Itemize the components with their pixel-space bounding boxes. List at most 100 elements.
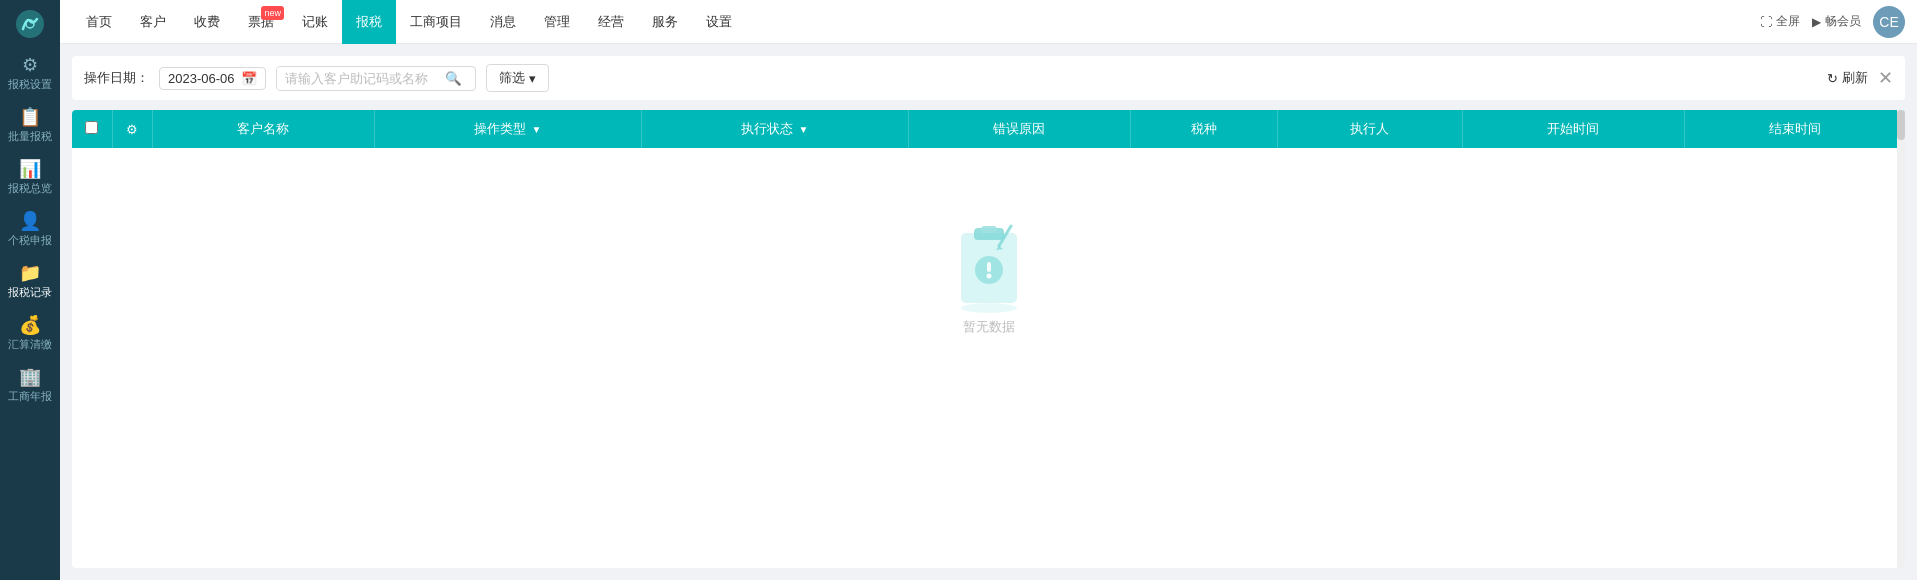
filter-button[interactable]: 筛选 ▾ (486, 64, 549, 92)
exec-status-filter-icon[interactable]: ▼ (798, 124, 808, 135)
user-avatar[interactable]: CE (1873, 6, 1905, 38)
fullscreen-icon: ⛶ (1760, 15, 1772, 29)
header-client-name: 客户名称 (152, 110, 374, 148)
topnav-right: ⛶ 全屏 ▶ 畅会员 CE (1760, 6, 1905, 38)
topnav-label-services: 服务 (652, 13, 678, 31)
topnav-item-accounts[interactable]: 记账 (288, 0, 342, 44)
svg-point-8 (986, 274, 991, 279)
date-picker[interactable]: 2023-06-06 📅 (159, 67, 266, 90)
topnav-item-settings[interactable]: 设置 (692, 0, 746, 44)
member-label: 畅会员 (1825, 13, 1861, 30)
topnav-label-home: 首页 (86, 13, 112, 31)
sidebar-item-batch-tax[interactable]: 📋 批量报税 (0, 100, 60, 152)
sidebar-icon-tax-settings: ⚙ (22, 56, 38, 74)
header-end-time: 结束时间 (1684, 110, 1905, 148)
filter-label: 筛选 (499, 69, 525, 87)
topnav-label-settings: 设置 (706, 13, 732, 31)
sidebar-item-tax-summary[interactable]: 📊 报税总览 (0, 152, 60, 204)
topnav-item-messages[interactable]: 消息 (476, 0, 530, 44)
sidebar-item-calc-pay[interactable]: 💰 汇算清缴 (0, 308, 60, 360)
sidebar-items: ⚙ 报税设置 📋 批量报税 📊 报税总览 👤 个税申报 📁 报税记录 💰 汇算清… (0, 48, 60, 412)
topnav-item-bizproject[interactable]: 工商项目 (396, 0, 476, 44)
sidebar-icon-calc-pay: 💰 (19, 316, 41, 334)
sidebar-label-batch-tax: 批量报税 (8, 129, 52, 144)
header-error-reason: 错误原因 (908, 110, 1130, 148)
header-op-type: 操作类型 ▼ (374, 110, 641, 148)
records-table: ⚙ 客户名称 操作类型 ▼ 执行状态 ▼ (72, 110, 1905, 148)
refresh-label: 刷新 (1842, 69, 1868, 87)
topnav-label-billing: 收费 (194, 13, 220, 31)
gear-icon[interactable]: ⚙ (126, 122, 138, 137)
sidebar-item-tax-records[interactable]: 📁 报税记录 (0, 256, 60, 308)
topnav-item-tax[interactable]: 报税 (342, 0, 396, 44)
topnav-label-accounts: 记账 (302, 13, 328, 31)
svg-point-11 (961, 303, 1017, 313)
header-exec-status: 执行状态 ▼ (641, 110, 908, 148)
svg-rect-7 (987, 262, 991, 272)
select-all-checkbox[interactable] (85, 121, 98, 134)
table-scrollbar[interactable] (1897, 110, 1905, 568)
member-btn[interactable]: ▶ 畅会员 (1812, 13, 1861, 30)
topnav-label-tax: 报税 (356, 13, 382, 31)
empty-state: 暂无数据 (72, 148, 1905, 376)
topnav-label-bizproject: 工商项目 (410, 13, 462, 31)
header-start-time: 开始时间 (1462, 110, 1684, 148)
search-wrap: 🔍 (276, 66, 476, 91)
fullscreen-label: 全屏 (1776, 13, 1800, 30)
sidebar-label-personal-tax: 个税申报 (8, 233, 52, 248)
new-badge-invoice: new (261, 6, 284, 20)
main-content: 首页客户收费票据new 记账 报税 工商项目 消息 管理 经营 服务 设置 ⛶ 全屏 ▶ 畅会员… (60, 0, 1917, 580)
sidebar: ⚙ 报税设置 📋 批量报税 📊 报税总览 👤 个税申报 📁 报税记录 💰 汇算清… (0, 0, 60, 580)
sidebar-label-tax-settings: 报税设置 (8, 77, 52, 92)
topnav-item-home[interactable]: 首页 (72, 0, 126, 44)
search-button[interactable]: 🔍 (437, 67, 470, 90)
sidebar-item-personal-tax[interactable]: 👤 个税申报 (0, 204, 60, 256)
topnav-item-billing[interactable]: 收费 (180, 0, 234, 44)
calendar-icon: 📅 (241, 71, 257, 86)
toolbar: 操作日期： 2023-06-06 📅 🔍 筛选 ▾ ↻ 刷新 ✕ (72, 56, 1905, 100)
topnav-item-services[interactable]: 服务 (638, 0, 692, 44)
sidebar-label-calc-pay: 汇算清缴 (8, 337, 52, 352)
sidebar-label-tax-summary: 报税总览 (8, 181, 52, 196)
sidebar-label-tax-records: 报税记录 (8, 285, 52, 300)
refresh-icon: ↻ (1827, 71, 1838, 86)
topnav-items-list: 首页客户收费票据new 记账 报税 工商项目 消息 管理 经营 服务 设置 (72, 0, 746, 44)
empty-text: 暂无数据 (963, 318, 1015, 336)
topnav-item-invoice[interactable]: 票据new (234, 0, 288, 44)
sidebar-icon-batch-tax: 📋 (19, 108, 41, 126)
search-icon: 🔍 (445, 71, 462, 86)
refresh-button[interactable]: ↻ 刷新 (1827, 69, 1868, 87)
topnav-item-operations[interactable]: 经营 (584, 0, 638, 44)
header-gear-col: ⚙ (112, 110, 152, 148)
fullscreen-btn[interactable]: ⛶ 全屏 (1760, 13, 1800, 30)
chevron-down-icon: ▾ (529, 71, 536, 86)
close-button[interactable]: ✕ (1878, 69, 1893, 87)
topnav-item-management[interactable]: 管理 (530, 0, 584, 44)
sidebar-item-annual-report[interactable]: 🏢 工商年报 (0, 360, 60, 412)
topnav-label-messages: 消息 (490, 13, 516, 31)
topnav-label-management: 管理 (544, 13, 570, 31)
topnav-items: 首页客户收费票据new 记账 报税 工商项目 消息 管理 经营 服务 设置 (72, 0, 1760, 44)
topnav-label-operations: 经营 (598, 13, 624, 31)
empty-illustration (939, 208, 1039, 318)
svg-rect-5 (981, 226, 997, 233)
sidebar-icon-personal-tax: 👤 (19, 212, 41, 230)
header-tax-type: 税种 (1130, 110, 1277, 148)
page-content: 操作日期： 2023-06-06 📅 🔍 筛选 ▾ ↻ 刷新 ✕ (60, 44, 1917, 580)
sidebar-icon-annual-report: 🏢 (19, 368, 41, 386)
sidebar-label-annual-report: 工商年报 (8, 389, 52, 404)
table-scroll-thumb[interactable] (1897, 110, 1905, 140)
video-icon: ▶ (1812, 15, 1821, 29)
date-value: 2023-06-06 (168, 71, 235, 86)
top-navigation: 首页客户收费票据new 记账 报税 工商项目 消息 管理 经营 服务 设置 ⛶ 全屏 ▶ 畅会员… (60, 0, 1917, 44)
sidebar-icon-tax-summary: 📊 (19, 160, 41, 178)
table-wrap: ⚙ 客户名称 操作类型 ▼ 执行状态 ▼ (72, 110, 1905, 568)
sidebar-item-tax-settings[interactable]: ⚙ 报税设置 (0, 48, 60, 100)
header-checkbox-col (72, 110, 112, 148)
topnav-item-clients[interactable]: 客户 (126, 0, 180, 44)
op-type-filter-icon[interactable]: ▼ (532, 124, 542, 135)
search-input[interactable] (277, 67, 437, 90)
sidebar-icon-tax-records: 📁 (19, 264, 41, 282)
sidebar-logo (0, 0, 60, 48)
svg-point-0 (16, 10, 44, 38)
